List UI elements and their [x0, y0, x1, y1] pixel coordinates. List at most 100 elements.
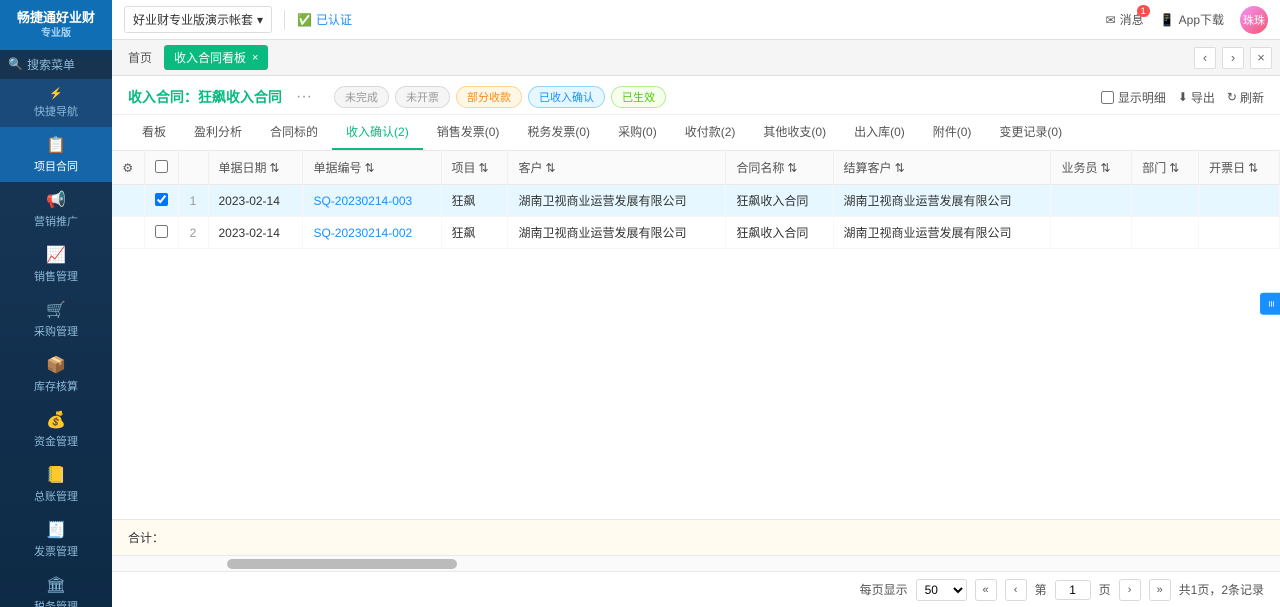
- topbar-divider: [284, 10, 285, 30]
- col-docno[interactable]: 单据编号⇅: [303, 151, 441, 185]
- col-dept[interactable]: 部门⇅: [1132, 151, 1199, 185]
- first-page-button[interactable]: «: [975, 579, 997, 601]
- total-pages-label: 共1页，2条记录: [1179, 581, 1264, 598]
- per-page-select[interactable]: 50 100 200: [916, 579, 967, 601]
- sidebar-item-invoice[interactable]: 🧾 发票管理: [0, 512, 112, 567]
- scrollbar-thumb[interactable]: [227, 559, 457, 569]
- user-avatar-button[interactable]: 珠珠: [1240, 6, 1268, 34]
- next-tab-button[interactable]: ›: [1222, 47, 1244, 69]
- certified-badge: ✅ 已认证: [297, 11, 352, 28]
- status-confirmed[interactable]: 已收入确认: [528, 86, 605, 108]
- date-col-label: 单据日期: [219, 159, 267, 176]
- tab-purchase[interactable]: 采购(0): [604, 115, 671, 150]
- right-panel-icon[interactable]: ≡: [1260, 292, 1280, 314]
- status-effective[interactable]: 已生效: [611, 86, 666, 108]
- export-button[interactable]: ⬇ 导出: [1178, 89, 1215, 106]
- horizontal-scrollbar[interactable]: [112, 555, 1280, 571]
- certified-label: 已认证: [316, 11, 352, 28]
- sort-icon: ⇅: [787, 161, 797, 175]
- col-salesperson[interactable]: 业务员⇅: [1051, 151, 1132, 185]
- tab-label: 收入合同看板: [174, 49, 246, 66]
- company-selector[interactable]: 好业财专业版演示帐套 ▾: [124, 6, 272, 33]
- col-end-customer[interactable]: 结算客户⇅: [833, 151, 1051, 185]
- row-dept: [1132, 185, 1199, 217]
- col-invoice-date[interactable]: 开票日⇅: [1199, 151, 1280, 185]
- quick-nav[interactable]: ⚡ 快捷导航: [0, 79, 112, 127]
- show-detail-label: 显示明细: [1118, 89, 1166, 106]
- row-number: 2: [178, 217, 208, 249]
- row-end-customer: 湖南卫视商业运营发展有限公司: [833, 185, 1051, 217]
- more-options-button[interactable]: ···: [292, 88, 316, 106]
- table-row[interactable]: 2 2023-02-14 SQ-20230214-002 狂飙 湖南卫视商业运营…: [112, 217, 1280, 249]
- row-checkbox[interactable]: [155, 225, 168, 238]
- status-uninvoiced[interactable]: 未开票: [395, 86, 450, 108]
- col-customer[interactable]: 客户⇅: [508, 151, 726, 185]
- salesperson-col-label: 业务员: [1061, 159, 1097, 176]
- page-suffix: 页: [1099, 581, 1111, 598]
- sidebar-item-tax[interactable]: 🏛 税务管理: [0, 567, 112, 607]
- tab-attachment[interactable]: 附件(0): [919, 115, 986, 150]
- page-number-input[interactable]: [1055, 580, 1091, 600]
- refresh-button[interactable]: ↻ 刷新: [1227, 89, 1264, 106]
- row-docno: SQ-20230214-003: [303, 185, 441, 217]
- tab-profit[interactable]: 盈利分析: [180, 115, 256, 150]
- next-page-button[interactable]: ›: [1119, 579, 1141, 601]
- sidebar-item-sales[interactable]: 📈 销售管理: [0, 237, 112, 292]
- prev-tab-button[interactable]: ‹: [1194, 47, 1216, 69]
- home-tab[interactable]: 首页: [120, 45, 160, 70]
- close-tab-button[interactable]: ×: [252, 52, 258, 64]
- last-page-button[interactable]: »: [1149, 579, 1171, 601]
- end-customer-col-label: 结算客户: [844, 159, 892, 176]
- app-download-label: App下载: [1179, 11, 1224, 28]
- tab-income-confirm[interactable]: 收入确认(2): [332, 115, 423, 150]
- row-invoice-date: [1199, 217, 1280, 249]
- row-docno: SQ-20230214-002: [303, 217, 441, 249]
- select-all-checkbox[interactable]: [155, 160, 168, 173]
- tab-contract-std[interactable]: 合同标的: [256, 115, 332, 150]
- sidebar-item-label: 总账管理: [34, 488, 78, 504]
- tab-kanban[interactable]: 看板: [128, 115, 180, 150]
- contract-title: 收入合同：狂飙收入合同: [128, 87, 282, 107]
- show-detail-checkbox[interactable]: 显示明细: [1101, 89, 1166, 106]
- close-window-button[interactable]: ×: [1250, 47, 1272, 69]
- tab-other-income[interactable]: 其他收支(0): [749, 115, 840, 150]
- income-contract-tab[interactable]: 收入合同看板 ×: [164, 45, 268, 70]
- sidebar-item-purchase[interactable]: 🛒 采购管理: [0, 292, 112, 347]
- sidebar-item-project-contract[interactable]: 📋 项目合同: [0, 127, 112, 182]
- inventory-icon: 📦: [46, 355, 66, 375]
- sidebar: 畅捷通好业财 专业版 🔍 搜索菜单 ⚡ 快捷导航 📋 项目合同 📢 营销推广 📈…: [0, 0, 112, 607]
- col-date[interactable]: 单据日期⇅: [208, 151, 303, 185]
- col-settings[interactable]: ⚙: [112, 151, 144, 185]
- show-detail-input[interactable]: [1101, 91, 1114, 104]
- sidebar-item-label: 税务管理: [34, 598, 78, 607]
- contract-name-col-label: 合同名称: [736, 159, 784, 176]
- col-project[interactable]: 项目⇅: [441, 151, 508, 185]
- row-checkbox-cell[interactable]: [144, 185, 178, 217]
- tab-tax-invoice[interactable]: 税务发票(0): [513, 115, 604, 150]
- doc-no-link[interactable]: SQ-20230214-002: [313, 226, 412, 240]
- marketing-icon: 📢: [46, 190, 66, 210]
- col-contract-name[interactable]: 合同名称⇅: [726, 151, 833, 185]
- row-checkbox[interactable]: [155, 193, 168, 206]
- tab-sales-invoice[interactable]: 销售发票(0): [423, 115, 514, 150]
- sidebar-item-marketing[interactable]: 📢 营销推广: [0, 182, 112, 237]
- tab-stock[interactable]: 出入库(0): [840, 115, 919, 150]
- app-download-button[interactable]: 📱 App下载: [1160, 11, 1224, 28]
- prev-icon: ‹: [1203, 50, 1207, 65]
- sidebar-item-inventory[interactable]: 📦 库存核算: [0, 347, 112, 402]
- sidebar-item-fund[interactable]: 💰 资金管理: [0, 402, 112, 457]
- topbar: 好业财专业版演示帐套 ▾ ✅ 已认证 ✉ 1 消息 📱 App下载 珠珠: [112, 0, 1280, 40]
- row-checkbox-cell[interactable]: [144, 217, 178, 249]
- sidebar-item-ledger[interactable]: 📒 总账管理: [0, 457, 112, 512]
- docno-col-label: 单据编号: [313, 159, 361, 176]
- message-button[interactable]: ✉ 1 消息: [1106, 11, 1144, 28]
- tab-change-log[interactable]: 变更记录(0): [985, 115, 1076, 150]
- search-menu[interactable]: 🔍 搜索菜单: [0, 50, 112, 79]
- doc-no-link[interactable]: SQ-20230214-003: [313, 194, 412, 208]
- table-row[interactable]: 1 2023-02-14 SQ-20230214-003 狂飙 湖南卫视商业运营…: [112, 185, 1280, 217]
- prev-page-button[interactable]: ‹: [1005, 579, 1027, 601]
- tab-payment[interactable]: 收付款(2): [671, 115, 750, 150]
- status-incomplete[interactable]: 未完成: [334, 86, 389, 108]
- status-partial[interactable]: 部分收款: [456, 86, 522, 108]
- row-contract-name: 狂飙收入合同: [726, 185, 833, 217]
